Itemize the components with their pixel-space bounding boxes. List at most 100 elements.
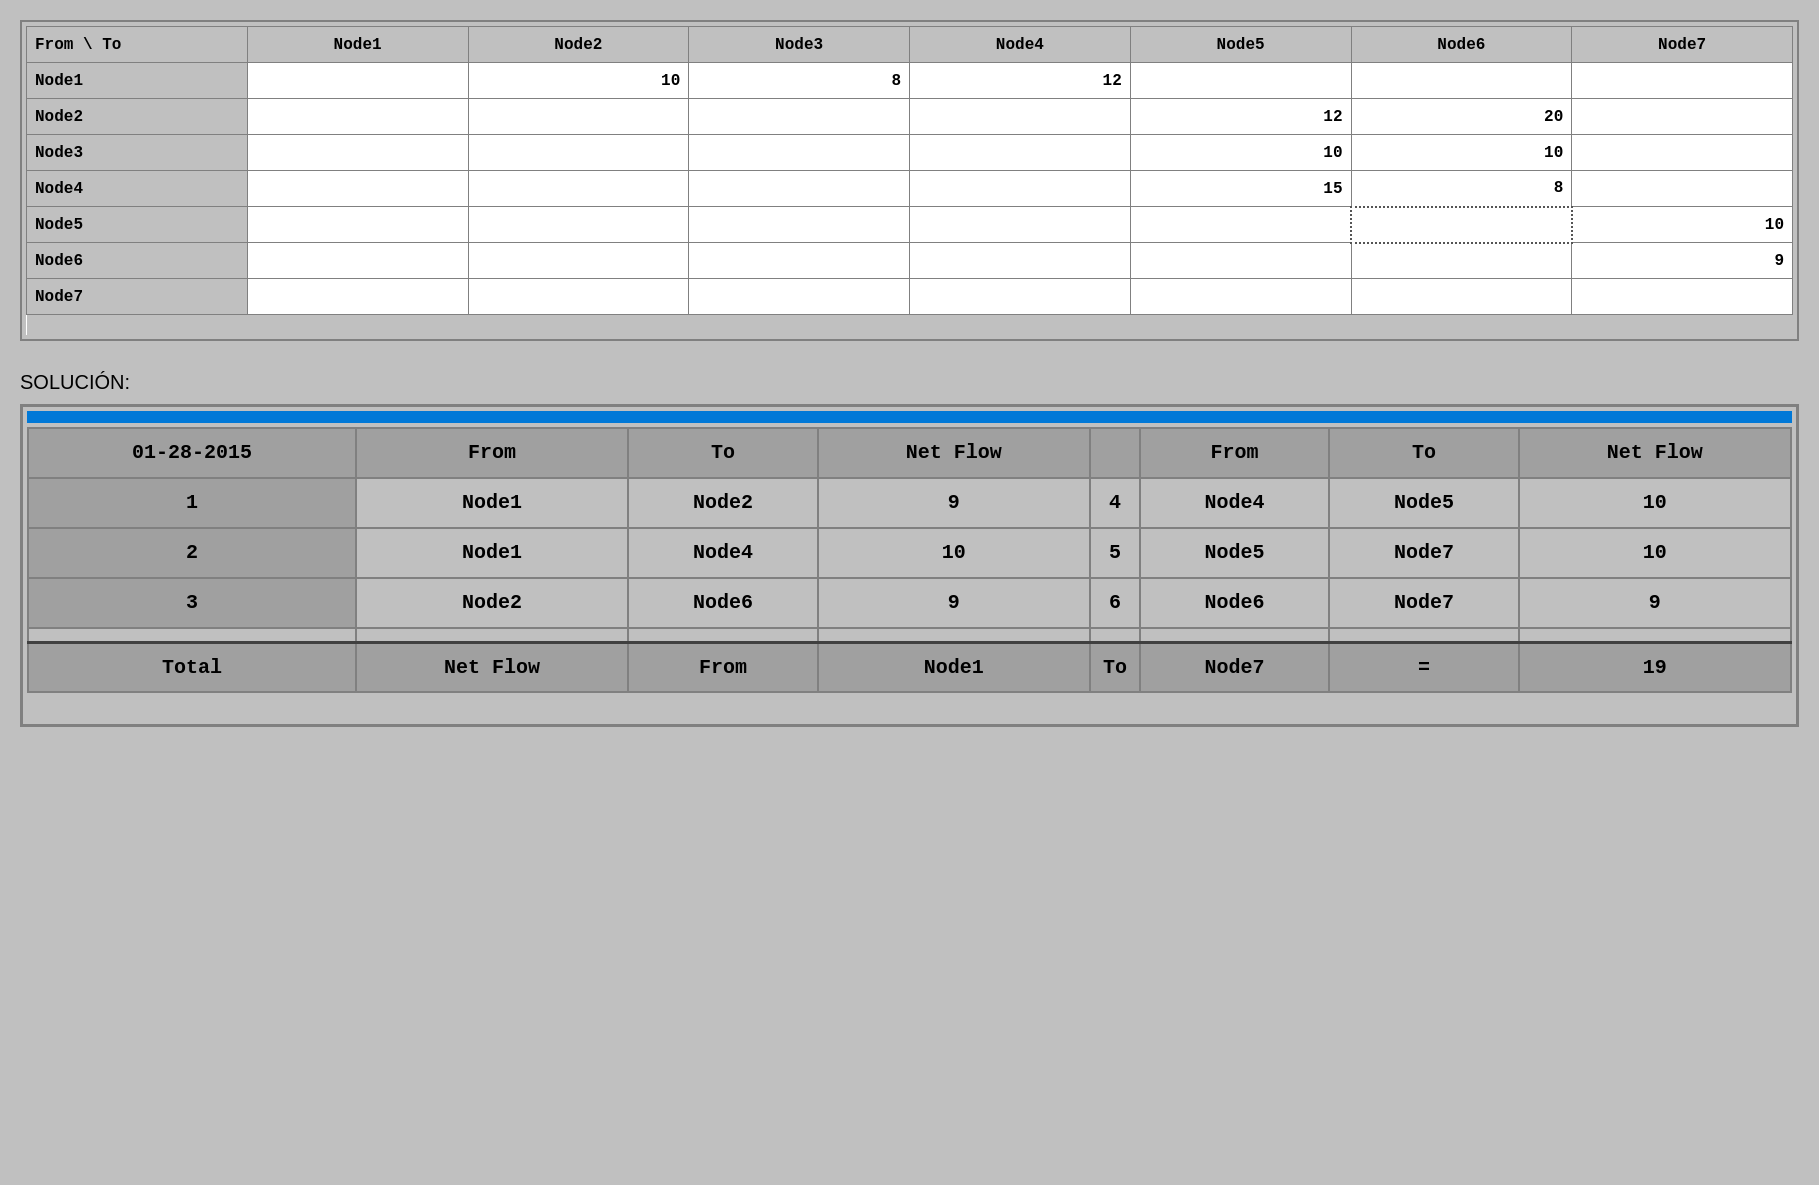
matrix-header-from-to: From \ To — [27, 27, 248, 63]
solution-row-2: 2 Node1 Node4 10 5 Node5 Node7 10 — [28, 528, 1791, 578]
solution-spacer-header — [1090, 428, 1140, 478]
sep-cell-7 — [1329, 628, 1518, 643]
row2-from-left: Node1 — [356, 528, 628, 578]
solution-date-header: 01-28-2015 — [28, 428, 356, 478]
row1-to-right: Node5 — [1329, 478, 1518, 528]
total-node7: Node7 — [1140, 642, 1329, 692]
cell-node2-node4 — [910, 99, 1131, 135]
row1-num: 1 — [28, 478, 356, 528]
row3-from-left: Node2 — [356, 578, 628, 628]
matrix-header-node1: Node1 — [247, 27, 468, 63]
total-netflow-label: Net Flow — [356, 642, 628, 692]
sep-cell-2 — [356, 628, 628, 643]
row-label-node6: Node6 — [27, 243, 248, 279]
cell-node7-node1 — [247, 279, 468, 315]
row3-to-left: Node6 — [628, 578, 817, 628]
row2-to-right: Node7 — [1329, 528, 1518, 578]
total-value: 19 — [1519, 642, 1791, 692]
cell-node5-node4 — [910, 207, 1131, 243]
solution-table: 01-28-2015 From To Net Flow From To Net … — [27, 427, 1792, 721]
table-row: Node3 10 10 — [27, 135, 1793, 171]
table-row: Node5 10 — [27, 207, 1793, 243]
cell-node5-node3 — [689, 207, 910, 243]
cell-node1-node7 — [1572, 63, 1793, 99]
matrix-header-node6: Node6 — [1351, 27, 1572, 63]
cell-node2-node2 — [468, 99, 689, 135]
row1-from-left: Node1 — [356, 478, 628, 528]
row2-flow-right: 10 — [1519, 528, 1791, 578]
table-row: Node4 15 8 — [27, 171, 1793, 207]
row1-num-right: 4 — [1090, 478, 1140, 528]
row1-to-left: Node2 — [628, 478, 817, 528]
row-label-node2: Node2 — [27, 99, 248, 135]
cell-node4-node4 — [910, 171, 1131, 207]
cell-node7-node3 — [689, 279, 910, 315]
table-row: Node1 10 8 12 — [27, 63, 1793, 99]
matrix-header-node7: Node7 — [1572, 27, 1793, 63]
solution-netflow-header-right: Net Flow — [1519, 428, 1791, 478]
row-label-node5: Node5 — [27, 207, 248, 243]
bottom-padding-cell — [28, 692, 1791, 720]
table-row: Node2 12 20 — [27, 99, 1793, 135]
row-label-node4: Node4 — [27, 171, 248, 207]
matrix-header-node5: Node5 — [1130, 27, 1351, 63]
sep-cell-8 — [1519, 628, 1791, 643]
cell-node7-node6 — [1351, 279, 1572, 315]
cell-node4-node1 — [247, 171, 468, 207]
row1-flow-right: 10 — [1519, 478, 1791, 528]
table-row-empty — [27, 315, 1793, 335]
cell-node2-node3 — [689, 99, 910, 135]
cell-node3-node3 — [689, 135, 910, 171]
sep-cell-3 — [628, 628, 817, 643]
cell-node5-node6 — [1351, 207, 1572, 243]
solution-to-header-left: To — [628, 428, 817, 478]
cell-node2-node7 — [1572, 99, 1793, 135]
solution-container: 01-28-2015 From To Net Flow From To Net … — [20, 404, 1799, 728]
sep-cell-1 — [28, 628, 356, 643]
cell-node4-node3 — [689, 171, 910, 207]
row-label-node1: Node1 — [27, 63, 248, 99]
cell-node7-node5 — [1130, 279, 1351, 315]
row3-num: 3 — [28, 578, 356, 628]
row3-from-right: Node6 — [1140, 578, 1329, 628]
matrix-header-node2: Node2 — [468, 27, 689, 63]
row1-flow-left: 9 — [818, 478, 1090, 528]
row3-num-right: 6 — [1090, 578, 1140, 628]
cell-node1-node4: 12 — [910, 63, 1131, 99]
cell-node3-node7 — [1572, 135, 1793, 171]
cell-node3-node5: 10 — [1130, 135, 1351, 171]
cell-node3-node6: 10 — [1351, 135, 1572, 171]
solution-row-3: 3 Node2 Node6 9 6 Node6 Node7 9 — [28, 578, 1791, 628]
row3-to-right: Node7 — [1329, 578, 1518, 628]
cell-node1-node1 — [247, 63, 468, 99]
cell-node1-node6 — [1351, 63, 1572, 99]
solution-row-1: 1 Node1 Node2 9 4 Node4 Node5 10 — [28, 478, 1791, 528]
solution-header-row: 01-28-2015 From To Net Flow From To Net … — [28, 428, 1791, 478]
matrix-header-node4: Node4 — [910, 27, 1131, 63]
row2-to-left: Node4 — [628, 528, 817, 578]
cell-node7-node2 — [468, 279, 689, 315]
total-equals: = — [1329, 642, 1518, 692]
cell-node6-node4 — [910, 243, 1131, 279]
row2-from-right: Node5 — [1140, 528, 1329, 578]
cell-node2-node5: 12 — [1130, 99, 1351, 135]
total-label: Total — [28, 642, 356, 692]
cell-node6-node5 — [1130, 243, 1351, 279]
total-from-label: From — [628, 642, 817, 692]
adjacency-matrix-table: From \ To Node1 Node2 Node3 Node4 Node5 … — [26, 26, 1793, 335]
row3-flow-left: 9 — [818, 578, 1090, 628]
cell-node6-node3 — [689, 243, 910, 279]
empty-cell — [27, 315, 1793, 335]
solution-label: SOLUCIÓN: — [20, 371, 1799, 394]
total-to-label: To — [1090, 642, 1140, 692]
cell-node5-node7: 10 — [1572, 207, 1793, 243]
cell-node2-node6: 20 — [1351, 99, 1572, 135]
solution-from-header-left: From — [356, 428, 628, 478]
cell-node1-node2: 10 — [468, 63, 689, 99]
solution-to-header-right: To — [1329, 428, 1518, 478]
total-node1: Node1 — [818, 642, 1090, 692]
cell-node6-node7: 9 — [1572, 243, 1793, 279]
cell-node1-node5 — [1130, 63, 1351, 99]
sep-cell-4 — [818, 628, 1090, 643]
solution-netflow-header-left: Net Flow — [818, 428, 1090, 478]
